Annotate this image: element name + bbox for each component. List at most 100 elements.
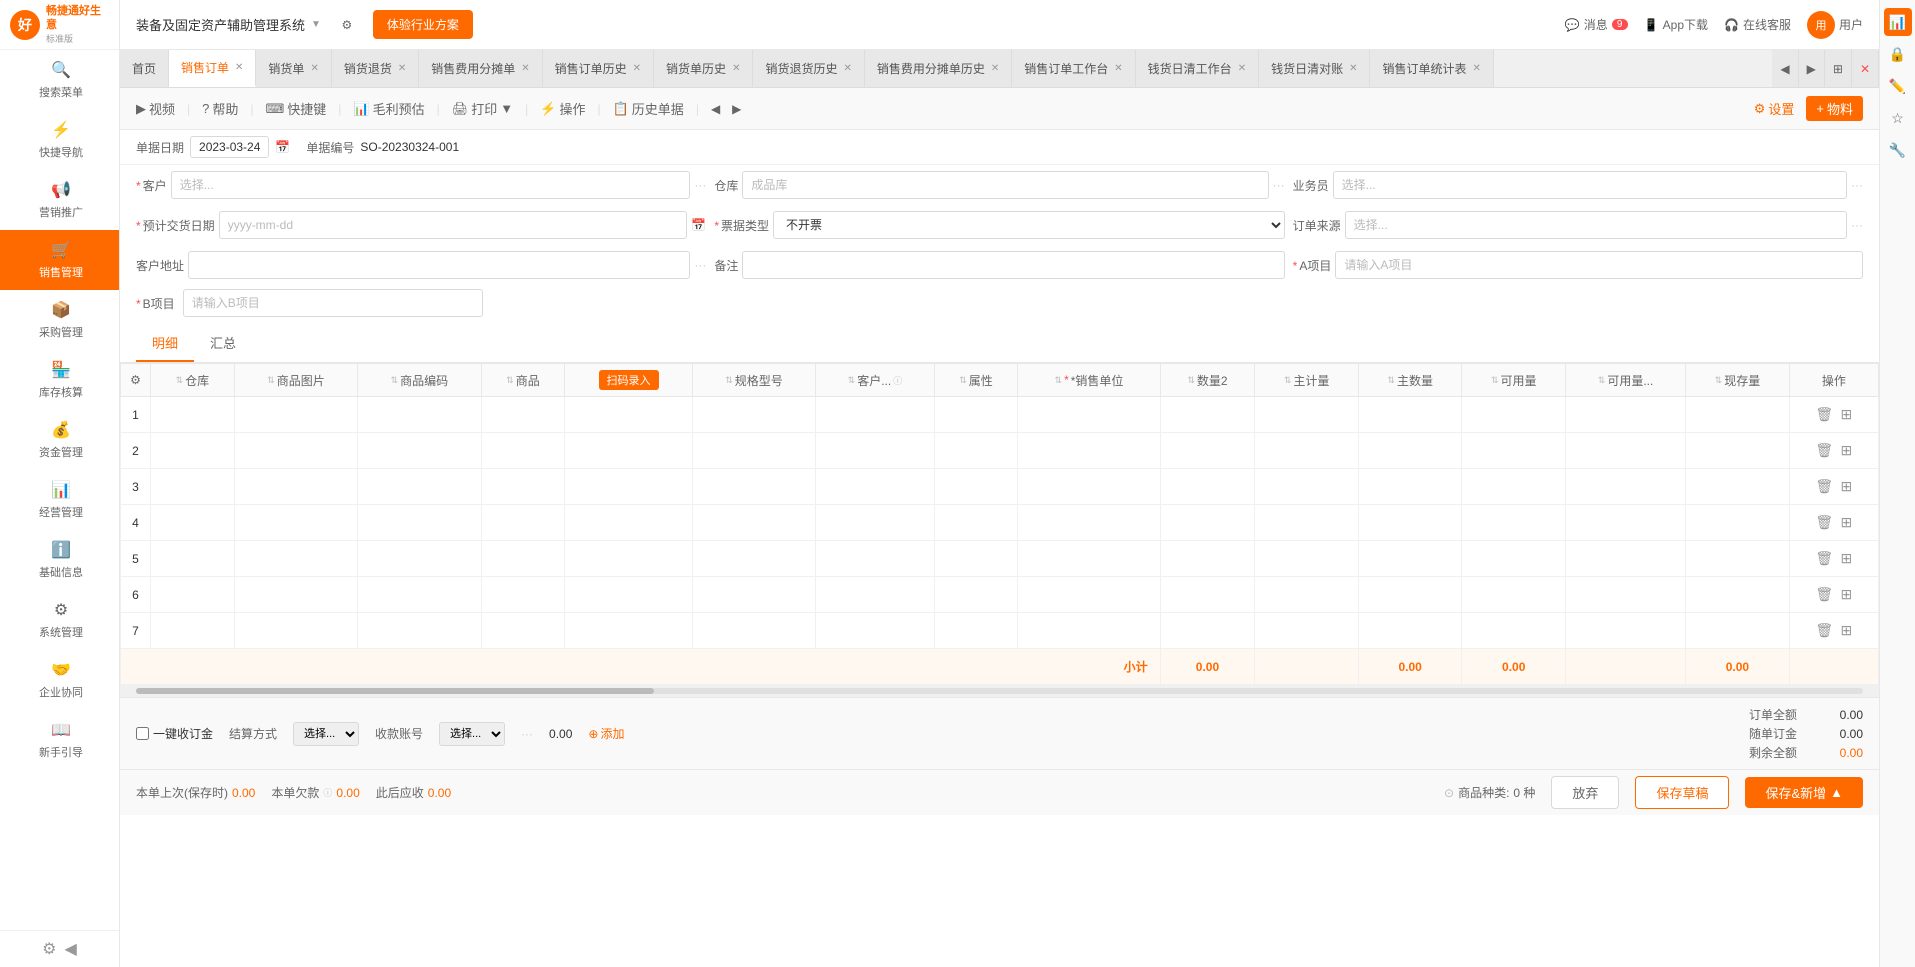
profit-btn[interactable]: 📊 毛利预估	[353, 99, 424, 118]
tab-2[interactable]: 销货单✕	[256, 50, 331, 87]
delivery-calendar-icon[interactable]: 📅	[691, 218, 706, 232]
sidebar-item-资金管理[interactable]: 💰资金管理	[0, 410, 119, 470]
col-warehouse[interactable]: ⇅仓库	[151, 364, 235, 397]
horizontal-scrollbar[interactable]	[120, 685, 1879, 697]
cell-0-12[interactable]	[1462, 397, 1566, 433]
topbar-settings-btn[interactable]: ⚙	[333, 11, 361, 39]
table-row[interactable]: 5 🗑 ⊞	[121, 541, 1879, 577]
cell-4-8[interactable]	[1018, 541, 1160, 577]
cell-0-11[interactable]	[1358, 397, 1462, 433]
tab-close-11[interactable]: ✕	[1349, 63, 1357, 74]
tab-detail[interactable]: 明细	[136, 325, 194, 362]
scan-btn[interactable]: 扫码录入	[599, 370, 659, 390]
cell-3-12[interactable]	[1462, 505, 1566, 541]
order-source-more-icon[interactable]: ···	[1851, 218, 1863, 232]
tab-expand-btn[interactable]: ⊞	[1825, 50, 1852, 87]
staff-more-icon[interactable]: ···	[1851, 178, 1863, 192]
warehouse-more-icon[interactable]: ···	[1273, 178, 1285, 192]
cell-4-1[interactable]	[234, 541, 357, 577]
payment-method-select[interactable]: 选择...	[293, 722, 359, 746]
settings-btn[interactable]: ⚙ 设置	[1754, 99, 1795, 118]
cell-3-8[interactable]	[1018, 505, 1160, 541]
scrollbar-thumb[interactable]	[136, 688, 654, 694]
tab-close-5[interactable]: ✕	[633, 63, 641, 74]
cell-0-10[interactable]	[1255, 397, 1359, 433]
tab-close-12[interactable]: ✕	[1473, 63, 1481, 74]
cell-1-13[interactable]	[1566, 433, 1686, 469]
help-btn[interactable]: ? 帮助	[202, 99, 238, 118]
tab-close-10[interactable]: ✕	[1238, 63, 1246, 74]
sidebar-item-营销推广[interactable]: 📢营销推广	[0, 170, 119, 230]
sidebar-item-企业协同[interactable]: 🤝企业协同	[0, 650, 119, 710]
cell-5-8[interactable]	[1018, 577, 1160, 613]
collapse-icon[interactable]: ◀	[65, 939, 77, 959]
row-copy-btn-3[interactable]: ⊞	[1839, 512, 1855, 533]
cell-6-5[interactable]	[692, 613, 815, 649]
cell-1-11[interactable]	[1358, 433, 1462, 469]
shortcut-btn[interactable]: ⌨ 快捷键	[266, 99, 327, 118]
warehouse-input[interactable]	[742, 171, 1268, 199]
cell-4-2[interactable]	[358, 541, 481, 577]
cell-2-8[interactable]	[1018, 469, 1160, 505]
cell-2-3[interactable]	[481, 469, 565, 505]
right-panel-lock-icon[interactable]: 🔒	[1884, 40, 1912, 68]
tab-prev-btn[interactable]: ◀	[1772, 50, 1798, 87]
history-btn[interactable]: 📋 历史单据	[613, 99, 684, 118]
customer-addr-input[interactable]	[188, 251, 690, 279]
cell-1-8[interactable]	[1018, 433, 1160, 469]
cell-5-3[interactable]	[481, 577, 565, 613]
tab-0[interactable]: 首页	[120, 50, 169, 87]
cell-0-5[interactable]	[692, 397, 815, 433]
prev-record-btn[interactable]: ◀	[711, 102, 720, 116]
tab-12[interactable]: 销售订单统计表✕	[1370, 50, 1493, 87]
cell-0-3[interactable]	[481, 397, 565, 433]
cell-0-1[interactable]	[234, 397, 357, 433]
gear-icon[interactable]: ⚙	[130, 373, 141, 387]
tab-close-8[interactable]: ✕	[991, 63, 999, 74]
cell-2-4[interactable]	[565, 469, 692, 505]
col-available2[interactable]: ⇅可用量...	[1566, 364, 1686, 397]
sidebar-item-搜索菜单[interactable]: 🔍搜索菜单	[0, 50, 119, 110]
b-project-input[interactable]	[183, 289, 483, 317]
right-panel-tool-icon[interactable]: 🔧	[1884, 136, 1912, 164]
staff-input[interactable]	[1333, 171, 1847, 199]
cell-5-13[interactable]	[1566, 577, 1686, 613]
note-input[interactable]	[742, 251, 1284, 279]
cell-5-1[interactable]	[234, 577, 357, 613]
settings-icon[interactable]: ⚙	[42, 939, 56, 959]
cell-5-4[interactable]	[565, 577, 692, 613]
row-copy-btn-5[interactable]: ⊞	[1839, 584, 1855, 605]
receipt-account-select[interactable]: 选择...	[439, 722, 505, 746]
cell-1-4[interactable]	[565, 433, 692, 469]
cell-0-14[interactable]	[1686, 397, 1790, 433]
cell-3-13[interactable]	[1566, 505, 1686, 541]
add-material-btn[interactable]: + 物料	[1806, 96, 1863, 121]
right-panel-chart-icon[interactable]: 📊	[1884, 8, 1912, 36]
tab-10[interactable]: 钱货日清工作台✕	[1136, 50, 1259, 87]
date-value[interactable]: 2023-03-24	[190, 136, 269, 158]
col-product-code[interactable]: ⇅商品编码	[358, 364, 481, 397]
cell-4-14[interactable]	[1686, 541, 1790, 577]
cell-1-2[interactable]	[358, 433, 481, 469]
operate-btn[interactable]: ⚡ 操作	[540, 99, 585, 118]
table-row[interactable]: 6 🗑 ⊞	[121, 577, 1879, 613]
cell-2-1[interactable]	[234, 469, 357, 505]
module-selector[interactable]: 装备及固定资产辅助管理系统 ▼	[136, 15, 321, 34]
cell-2-11[interactable]	[1358, 469, 1462, 505]
row-delete-btn-6[interactable]: 🗑	[1813, 620, 1835, 641]
cell-5-11[interactable]	[1358, 577, 1462, 613]
cell-1-6[interactable]	[816, 433, 935, 469]
tab-11[interactable]: 钱货日清对账✕	[1259, 50, 1370, 87]
online-service-btn[interactable]: 🎧 在线客服	[1724, 16, 1791, 33]
cell-0-8[interactable]	[1018, 397, 1160, 433]
cell-6-7[interactable]	[934, 613, 1018, 649]
table-row[interactable]: 4 🗑 ⊞	[121, 505, 1879, 541]
right-panel-edit-icon[interactable]: ✏️	[1884, 72, 1912, 100]
col-scan[interactable]: 扫码录入	[565, 364, 692, 397]
cell-6-8[interactable]	[1018, 613, 1160, 649]
cell-4-0[interactable]	[151, 541, 235, 577]
col-main-unit[interactable]: ⇅主计量	[1255, 364, 1359, 397]
cell-2-5[interactable]	[692, 469, 815, 505]
cell-3-6[interactable]	[816, 505, 935, 541]
cell-5-14[interactable]	[1686, 577, 1790, 613]
